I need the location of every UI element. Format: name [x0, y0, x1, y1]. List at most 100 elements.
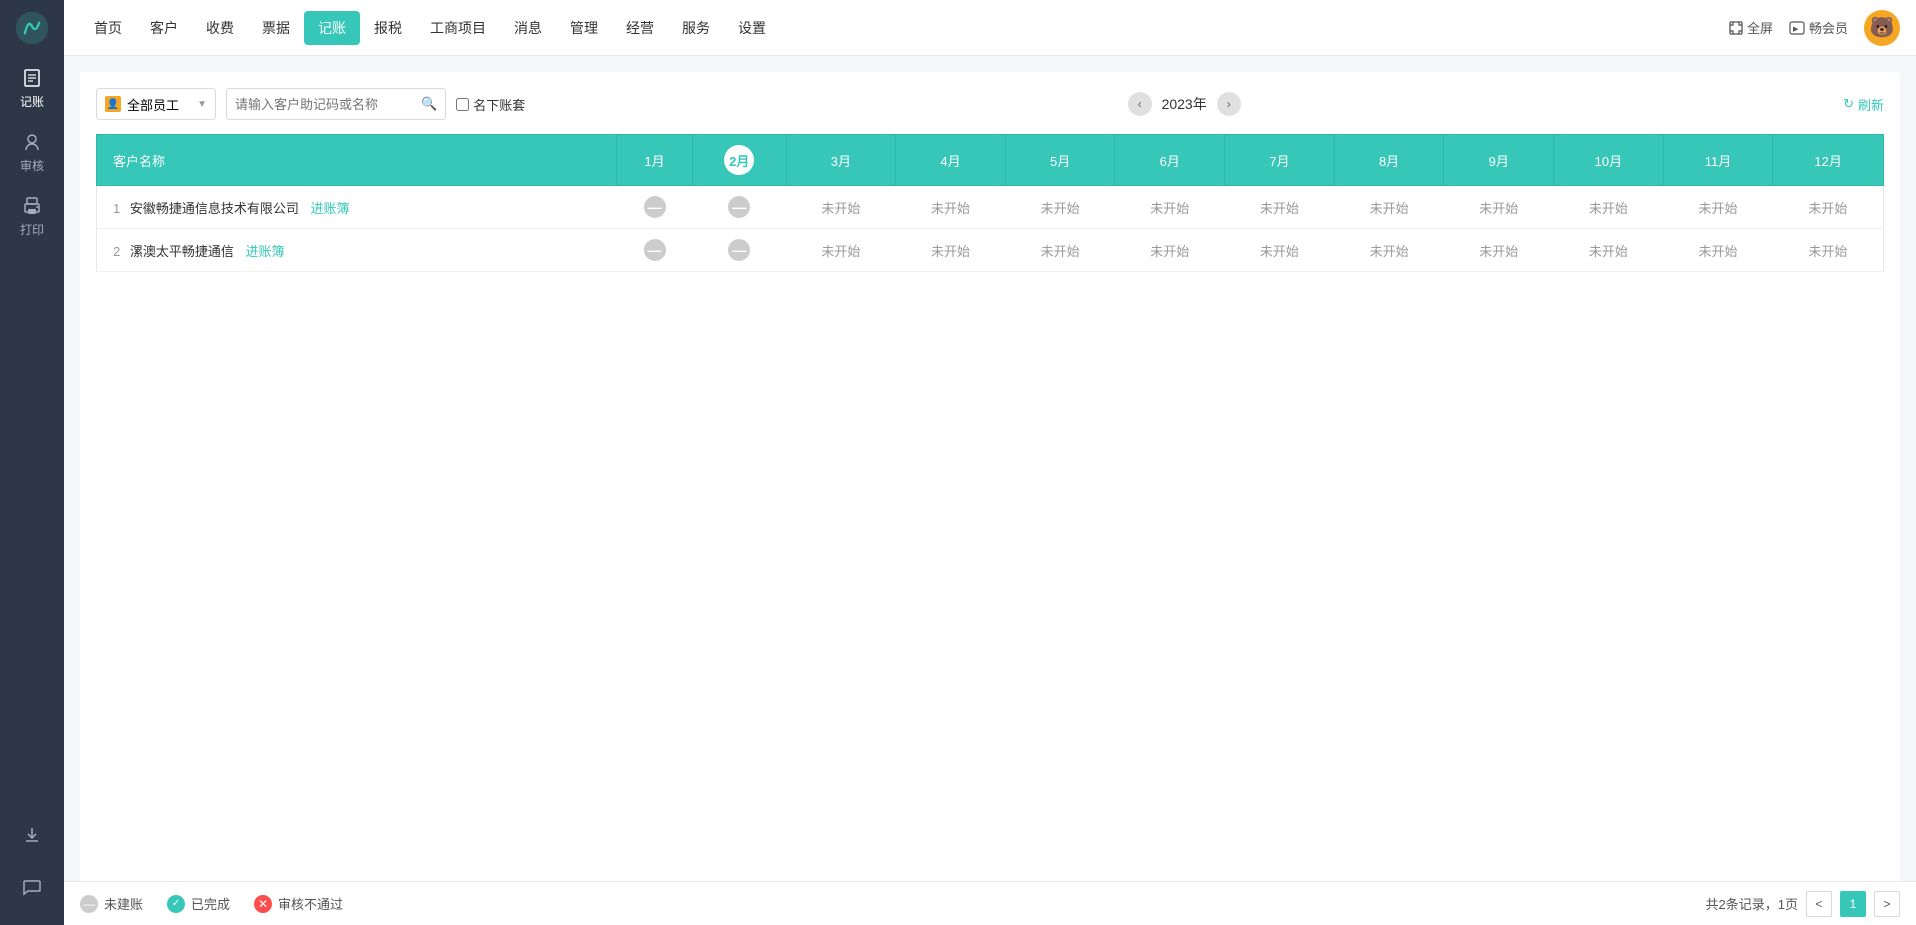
content-card: 👤 全部员工 ▼ 🔍 名下账套 ‹ 2023年 › [80, 72, 1900, 881]
search-icon[interactable]: 🔍 [421, 96, 437, 112]
main-area: 首页 客户 收费 票据 记账 报税 工商项目 消息 管理 经营 服务 设置 全屏… [64, 0, 1916, 925]
nav-ledger[interactable]: 记账 [304, 11, 360, 45]
sidebar-item-audit[interactable]: 审核 [0, 120, 64, 184]
fullscreen-button[interactable]: 全屏 [1729, 18, 1773, 37]
th-aug: 8月 [1334, 135, 1444, 186]
nav-manage[interactable]: 管理 [556, 0, 612, 56]
checkbox-label[interactable]: 名下账套 [456, 95, 525, 114]
table-wrapper: 客户名称 1月 2月 3月 4月 5月 6月 7月 8月 9月 [96, 134, 1884, 272]
th-feb: 2月 [692, 135, 786, 186]
th-jan: 1月 [617, 135, 693, 186]
status-dash-icon: — [644, 239, 666, 261]
th-nov: 11月 [1663, 135, 1773, 186]
year-text: 2023年 [1162, 94, 1207, 114]
nav-right: 全屏 ▶ 畅会员 🐻 [1729, 10, 1900, 46]
row1-name-cell: 1 安徽畅捷通信息技术有限公司 进账簿 [97, 186, 617, 229]
sidebar-item-ledger-label: 记账 [20, 93, 44, 110]
th-dec: 12月 [1773, 135, 1884, 186]
content-area: 👤 全部员工 ▼ 🔍 名下账套 ‹ 2023年 › [64, 56, 1916, 881]
nav-settings[interactable]: 设置 [724, 0, 780, 56]
footer: — 未建账 ✓ 已完成 ✕ 审核不通过 共2条记录，1页 < 1 > [64, 881, 1916, 925]
row1-index: 1 [113, 201, 120, 216]
chat-icon [20, 875, 44, 899]
row2-m1: — [617, 229, 693, 272]
row2-m6: 未开始 [1115, 229, 1225, 272]
fullscreen-label: 全屏 [1747, 18, 1773, 37]
row1-m7: 未开始 [1225, 186, 1335, 229]
nav-customer[interactable]: 客户 [136, 0, 192, 56]
sidebar-item-audit-label: 审核 [20, 157, 44, 174]
sidebar-item-chat[interactable] [0, 865, 64, 909]
employee-select[interactable]: 👤 全部员工 ▼ [96, 88, 216, 120]
th-apr: 4月 [896, 135, 1006, 186]
prev-year-button[interactable]: ‹ [1128, 92, 1152, 116]
nav-tax[interactable]: 报税 [360, 0, 416, 56]
ledger-icon [20, 66, 44, 90]
nav-service[interactable]: 服务 [668, 0, 724, 56]
row2-m8: 未开始 [1334, 229, 1444, 272]
row1-m2: — [692, 186, 786, 229]
row2-m11: 未开始 [1663, 229, 1773, 272]
audit-icon [20, 130, 44, 154]
refresh-button[interactable]: ↻ 刷新 [1843, 95, 1884, 114]
search-box: 🔍 [226, 88, 446, 120]
sidebar-item-print[interactable]: 打印 [0, 184, 64, 248]
topnav: 首页 客户 收费 票据 记账 报税 工商项目 消息 管理 经营 服务 设置 全屏… [64, 0, 1916, 56]
row1-m9: 未开始 [1444, 186, 1554, 229]
row2-m9: 未开始 [1444, 229, 1554, 272]
checkbox-mine[interactable] [456, 98, 469, 111]
row1-m11: 未开始 [1663, 186, 1773, 229]
year-nav: ‹ 2023年 › [1128, 92, 1241, 116]
row1-m6: 未开始 [1115, 186, 1225, 229]
sidebar: 记账 审核 打印 [0, 0, 64, 925]
toolbar: 👤 全部员工 ▼ 🔍 名下账套 ‹ 2023年 › [96, 88, 1884, 120]
member-button[interactable]: ▶ 畅会员 [1789, 18, 1848, 37]
row1-m8: 未开始 [1334, 186, 1444, 229]
th-jun: 6月 [1115, 135, 1225, 186]
legend-rejected: ✕ 审核不通过 [254, 894, 343, 913]
th-jul: 7月 [1225, 135, 1335, 186]
row1-name: 安徽畅捷通信息技术有限公司 [130, 201, 299, 216]
search-input[interactable] [235, 97, 415, 112]
nav-invoice[interactable]: 票据 [248, 0, 304, 56]
row1-m5: 未开始 [1005, 186, 1115, 229]
nav-billing[interactable]: 收费 [192, 0, 248, 56]
refresh-label: 刷新 [1858, 95, 1884, 114]
row1-m4: 未开始 [896, 186, 1006, 229]
row1-link[interactable]: 进账簿 [311, 201, 350, 216]
next-page-button[interactable]: > [1874, 891, 1900, 917]
row1-m12: 未开始 [1773, 186, 1884, 229]
sidebar-item-ledger[interactable]: 记账 [0, 56, 64, 120]
ledger-table: 客户名称 1月 2月 3月 4月 5月 6月 7月 8月 9月 [96, 134, 1884, 272]
status-dash-icon: — [728, 239, 750, 261]
row2-m3: 未开始 [786, 229, 896, 272]
pagination: 共2条记录，1页 < 1 > [1706, 891, 1900, 917]
th-oct: 10月 [1554, 135, 1664, 186]
nav-operations[interactable]: 经营 [612, 0, 668, 56]
avatar[interactable]: 🐻 [1864, 10, 1900, 46]
checkbox-text: 名下账套 [473, 95, 525, 114]
table-row: 1 安徽畅捷通信息技术有限公司 进账簿 — — 未开始 未开始 未开始 未开始 … [97, 186, 1884, 229]
legend-completed: ✓ 已完成 [167, 894, 230, 913]
legend-rejected-label: 审核不通过 [278, 894, 343, 913]
sidebar-item-download[interactable] [0, 813, 64, 857]
next-year-button[interactable]: › [1217, 92, 1241, 116]
member-label: 畅会员 [1809, 18, 1848, 37]
row1-m1: — [617, 186, 693, 229]
employee-dropdown-arrow: ▼ [197, 99, 207, 110]
prev-page-button[interactable]: < [1806, 891, 1832, 917]
th-mar: 3月 [786, 135, 896, 186]
total-records: 共2条记录，1页 [1706, 894, 1798, 913]
current-page-button[interactable]: 1 [1840, 891, 1866, 917]
download-icon [20, 823, 44, 847]
svg-text:▶: ▶ [1793, 26, 1799, 33]
row2-m5: 未开始 [1005, 229, 1115, 272]
nav-home[interactable]: 首页 [80, 0, 136, 56]
status-dash-icon: — [728, 196, 750, 218]
row2-m4: 未开始 [896, 229, 1006, 272]
row2-link[interactable]: 进账簿 [246, 244, 285, 259]
legend-not-started: — 未建账 [80, 894, 143, 913]
nav-bizitems[interactable]: 工商项目 [416, 0, 500, 56]
nav-message[interactable]: 消息 [500, 0, 556, 56]
row2-index: 2 [113, 244, 120, 259]
